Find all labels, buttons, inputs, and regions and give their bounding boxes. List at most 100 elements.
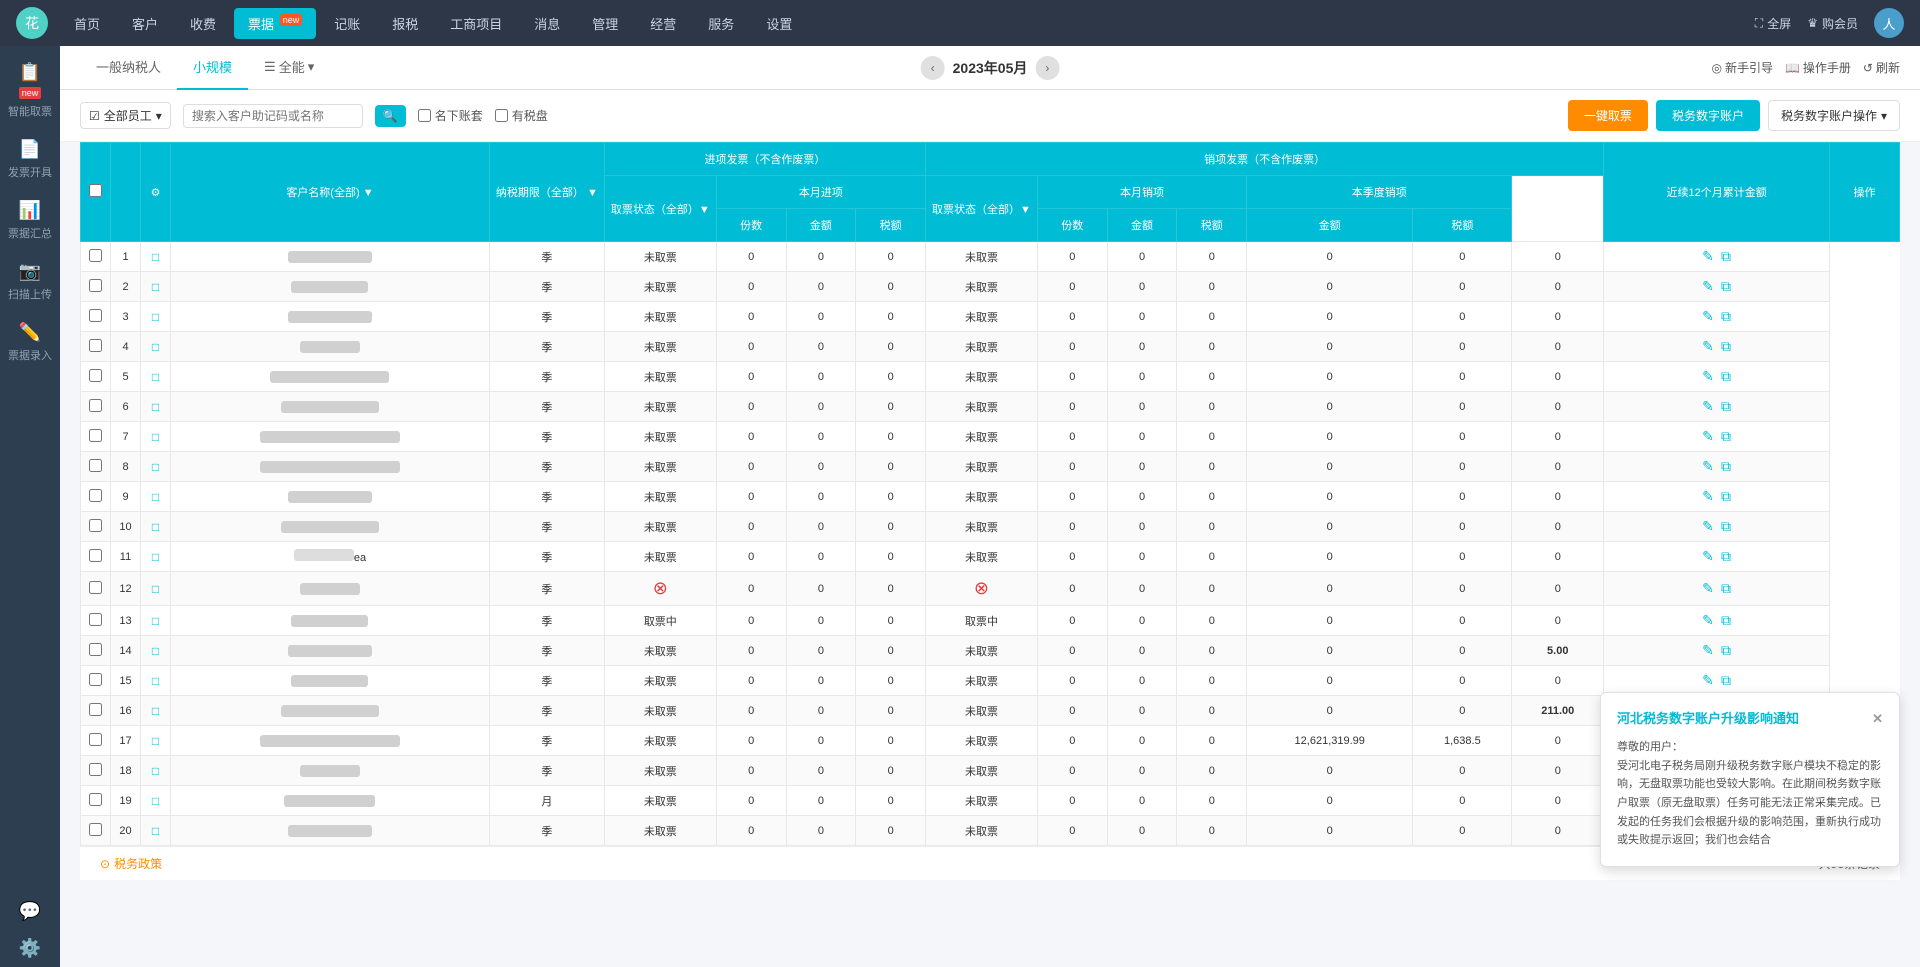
- sidebar-item-gear[interactable]: ⚙️: [2, 930, 58, 967]
- row-checkbox[interactable]: [89, 823, 102, 836]
- sidebar-item-scan-upload[interactable]: 📷 扫描上传: [2, 253, 58, 310]
- subordinate-accounts-checkbox[interactable]: 名下账套: [418, 107, 483, 124]
- row-detail-icon[interactable]: □: [152, 490, 159, 504]
- sidebar-item-invoice-open[interactable]: 📄 发票开具: [2, 131, 58, 188]
- row-detail-icon[interactable]: □: [152, 614, 159, 628]
- row-checkbox[interactable]: [89, 429, 102, 442]
- fullscreen-btn[interactable]: ⛶ 全屏: [1755, 15, 1791, 32]
- row-checkbox[interactable]: [89, 399, 102, 412]
- row-checkbox[interactable]: [89, 581, 102, 594]
- row-detail-icon[interactable]: □: [152, 460, 159, 474]
- tab-general-taxpayer[interactable]: 一般纳税人: [80, 46, 177, 90]
- row-detail-icon[interactable]: □: [152, 400, 159, 414]
- nav-settings[interactable]: 设置: [752, 8, 806, 39]
- nav-tax[interactable]: 报税: [378, 8, 432, 39]
- nav-message[interactable]: 消息: [520, 8, 574, 39]
- copy-icon[interactable]: ⧉: [1721, 580, 1731, 596]
- sidebar-item-ticket-entry[interactable]: ✏️ 票据录入: [2, 314, 58, 371]
- edit-icon[interactable]: ✎: [1702, 398, 1714, 414]
- row-detail-icon[interactable]: □: [152, 550, 159, 564]
- edit-icon[interactable]: ✎: [1702, 368, 1714, 384]
- select-all-checkbox[interactable]: [89, 184, 102, 197]
- nav-ticket[interactable]: 票据 new: [234, 8, 316, 39]
- edit-icon[interactable]: ✎: [1702, 672, 1714, 688]
- edit-icon[interactable]: ✎: [1702, 458, 1714, 474]
- edit-icon[interactable]: ✎: [1702, 338, 1714, 354]
- tab-all[interactable]: ☰ 全能 ▾: [248, 46, 330, 90]
- notification-close-btn[interactable]: ✕: [1872, 709, 1883, 730]
- has-tax-disk-checkbox[interactable]: 有税盘: [495, 107, 548, 124]
- period-prev-btn[interactable]: ‹: [921, 56, 945, 80]
- user-avatar[interactable]: 人: [1874, 8, 1904, 38]
- nav-client[interactable]: 客户: [118, 8, 172, 39]
- tax-policy-link[interactable]: ⊙ 税务政策: [100, 855, 162, 872]
- th-out-fetch-status[interactable]: 取票状态（全部）▼: [926, 176, 1038, 242]
- nav-manage[interactable]: 管理: [578, 8, 632, 39]
- row-checkbox[interactable]: [89, 339, 102, 352]
- edit-icon[interactable]: ✎: [1702, 580, 1714, 596]
- row-detail-icon[interactable]: □: [152, 704, 159, 718]
- th-client-name[interactable]: 客户名称(全部) ▼: [171, 143, 490, 242]
- period-next-btn[interactable]: ›: [1035, 56, 1059, 80]
- nav-service[interactable]: 服务: [694, 8, 748, 39]
- edit-icon[interactable]: ✎: [1702, 548, 1714, 564]
- nav-home[interactable]: 首页: [60, 8, 114, 39]
- nav-fee[interactable]: 收费: [176, 8, 230, 39]
- row-detail-icon[interactable]: □: [152, 340, 159, 354]
- row-checkbox[interactable]: [89, 703, 102, 716]
- tab-small-scale[interactable]: 小规模: [177, 46, 248, 90]
- row-checkbox[interactable]: [89, 549, 102, 562]
- row-detail-icon[interactable]: □: [152, 734, 159, 748]
- row-detail-icon[interactable]: □: [152, 280, 159, 294]
- sidebar-item-smart-ticket[interactable]: 📋 new 智能取票: [2, 54, 58, 127]
- edit-icon[interactable]: ✎: [1702, 612, 1714, 628]
- copy-icon[interactable]: ⧉: [1721, 338, 1731, 354]
- row-checkbox[interactable]: [89, 733, 102, 746]
- copy-icon[interactable]: ⧉: [1721, 248, 1731, 264]
- search-button[interactable]: 🔍: [375, 105, 406, 127]
- row-checkbox[interactable]: [89, 519, 102, 532]
- copy-icon[interactable]: ⧉: [1721, 308, 1731, 324]
- guide-link[interactable]: ◎ 新手引导: [1711, 59, 1773, 76]
- edit-icon[interactable]: ✎: [1702, 518, 1714, 534]
- edit-icon[interactable]: ✎: [1702, 488, 1714, 504]
- copy-icon[interactable]: ⧉: [1721, 398, 1731, 414]
- copy-icon[interactable]: ⧉: [1721, 672, 1731, 688]
- nav-accounting[interactable]: 记账: [320, 8, 374, 39]
- refresh-btn[interactable]: ↺ 刷新: [1863, 59, 1900, 76]
- client-search-input[interactable]: [183, 104, 363, 128]
- edit-icon[interactable]: ✎: [1702, 642, 1714, 658]
- edit-icon[interactable]: ✎: [1702, 278, 1714, 294]
- edit-icon[interactable]: ✎: [1702, 428, 1714, 444]
- copy-icon[interactable]: ⧉: [1721, 368, 1731, 384]
- row-checkbox[interactable]: [89, 249, 102, 262]
- member-btn[interactable]: ♛ 购会员: [1807, 15, 1858, 32]
- copy-icon[interactable]: ⧉: [1721, 428, 1731, 444]
- row-detail-icon[interactable]: □: [152, 250, 159, 264]
- tax-digital-account-btn[interactable]: 税务数字账户: [1656, 100, 1760, 131]
- copy-icon[interactable]: ⧉: [1721, 518, 1731, 534]
- copy-icon[interactable]: ⧉: [1721, 642, 1731, 658]
- row-checkbox[interactable]: [89, 459, 102, 472]
- nav-operation[interactable]: 经营: [636, 8, 690, 39]
- row-detail-icon[interactable]: □: [152, 310, 159, 324]
- row-detail-icon[interactable]: □: [152, 520, 159, 534]
- copy-icon[interactable]: ⧉: [1721, 548, 1731, 564]
- row-checkbox[interactable]: [89, 643, 102, 656]
- row-detail-icon[interactable]: □: [152, 582, 159, 596]
- copy-icon[interactable]: ⧉: [1721, 278, 1731, 294]
- th-tax-period[interactable]: 纳税期限（全部） ▼: [489, 143, 604, 242]
- row-detail-icon[interactable]: □: [152, 764, 159, 778]
- row-detail-icon[interactable]: □: [152, 370, 159, 384]
- row-checkbox[interactable]: [89, 793, 102, 806]
- row-checkbox[interactable]: [89, 369, 102, 382]
- edit-icon[interactable]: ✎: [1702, 308, 1714, 324]
- row-detail-icon[interactable]: □: [152, 430, 159, 444]
- sidebar-item-chat[interactable]: 💬: [2, 893, 58, 930]
- row-checkbox[interactable]: [89, 309, 102, 322]
- nav-business[interactable]: 工商项目: [436, 8, 516, 39]
- row-checkbox[interactable]: [89, 673, 102, 686]
- sidebar-item-ticket-summary[interactable]: 📊 票据汇总: [2, 192, 58, 249]
- row-checkbox[interactable]: [89, 279, 102, 292]
- tax-digital-account-ops-btn[interactable]: 税务数字账户操作 ▾: [1768, 100, 1900, 131]
